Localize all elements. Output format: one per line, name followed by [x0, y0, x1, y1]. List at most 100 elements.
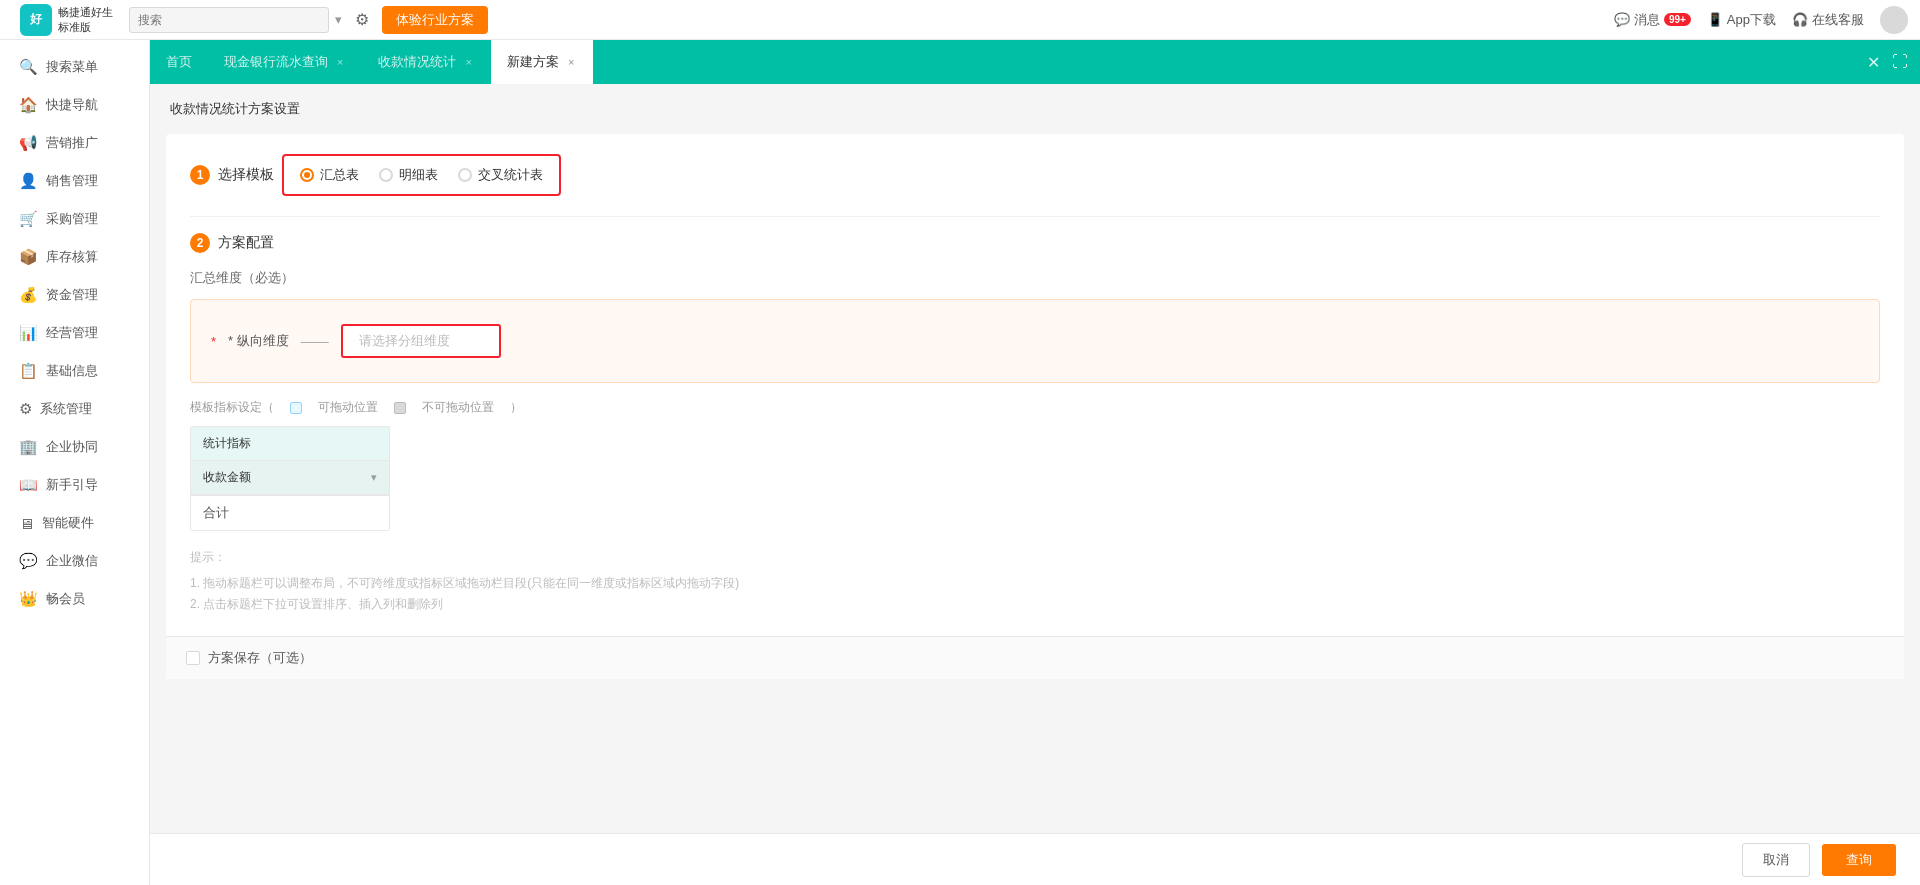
sidebar-item-home[interactable]: 🏠 快捷导航 [0, 86, 149, 124]
sidebar-item-operations[interactable]: 📊 经营管理 [0, 314, 149, 352]
sidebar-item-purchase[interactable]: 🛒 采购管理 [0, 200, 149, 238]
metrics-header-label: 统计指标 [203, 435, 251, 452]
radio-circle-summary [300, 168, 314, 182]
sidebar-item-label: 搜索菜单 [46, 58, 98, 76]
sidebar-item-guide[interactable]: 📖 新手引导 [0, 466, 149, 504]
sidebar-item-system[interactable]: ⚙ 系统管理 [0, 390, 149, 428]
dimension-title: 汇总维度（必选） [190, 269, 1880, 287]
template-selection-box: 汇总表 明细表 交叉统计表 [282, 154, 561, 196]
dimension-area: * * 纵向维度 —— 请选择分组维度 [190, 299, 1880, 383]
save-checkbox[interactable] [186, 651, 200, 665]
corp-icon: 🏢 [19, 438, 38, 456]
sidebar-item-member[interactable]: 👑 畅会员 [0, 580, 149, 618]
sidebar-item-label: 库存核算 [46, 248, 98, 266]
radio-inner [304, 172, 310, 178]
top-bar-right: 💬 消息 99+ 📱 App下载 🎧 在线客服 [1614, 6, 1908, 34]
download-button[interactable]: 📱 App下载 [1707, 11, 1776, 29]
service-button[interactable]: 🎧 在线客服 [1792, 11, 1864, 29]
tab-home[interactable]: 首页 [150, 40, 208, 84]
sidebar-item-search[interactable]: 🔍 搜索菜单 [0, 48, 149, 86]
sidebar-item-label: 销售管理 [46, 172, 98, 190]
radio-label-cross: 交叉统计表 [478, 166, 543, 184]
tab-collection-stats[interactable]: 收款情况统计 × [362, 40, 490, 84]
metrics-hint: 模板指标设定（ 可拖动位置 不可拖动位置 ） [190, 399, 1880, 416]
query-button[interactable]: 查询 [1822, 844, 1896, 876]
maximize-icon[interactable]: ⛶ [1888, 49, 1912, 75]
search-input[interactable] [129, 7, 329, 33]
sidebar-item-finance[interactable]: 💰 资金管理 [0, 276, 149, 314]
step1-title: 选择模板 [218, 166, 274, 184]
guide-icon: 📖 [19, 476, 38, 494]
hardware-icon: 🖥 [19, 515, 34, 532]
fixed-hint-label: 不可拖动位置 [422, 399, 494, 416]
save-option: 方案保存（可选） [166, 636, 1904, 679]
sidebar-item-corp[interactable]: 🏢 企业协同 [0, 428, 149, 466]
content-area: 首页 现金银行流水查询 × 收款情况统计 × 新建方案 × ✕ ⛶ 收款情况统计… [150, 40, 1920, 885]
tab-bar: 首页 现金银行流水查询 × 收款情况统计 × 新建方案 × ✕ ⛶ [150, 40, 1920, 84]
sidebar-item-label: 智能硬件 [42, 514, 94, 532]
divider [190, 216, 1880, 217]
page-content: 收款情况统计方案设置 1 选择模板 汇总表 [150, 84, 1920, 833]
save-label: 方案保存（可选） [208, 649, 312, 667]
finance-icon: 💰 [19, 286, 38, 304]
home-icon: 🏠 [19, 96, 38, 114]
sidebar-item-label: 基础信息 [46, 362, 98, 380]
member-icon: 👑 [19, 590, 38, 608]
step2-number: 2 [190, 233, 210, 253]
radio-circle-cross [458, 168, 472, 182]
radio-cross[interactable]: 交叉统计表 [458, 166, 543, 184]
basics-icon: 📋 [19, 362, 38, 380]
sidebar-item-hardware[interactable]: 🖥 智能硬件 [0, 504, 149, 542]
tab-label: 现金银行流水查询 [224, 53, 328, 71]
col-header-cell[interactable]: 收款金额 ▾ [191, 461, 389, 495]
sidebar-item-sales[interactable]: 👤 销售管理 [0, 162, 149, 200]
sidebar-item-label: 快捷导航 [46, 96, 98, 114]
tab-close-icon[interactable]: × [462, 55, 474, 69]
col-header-label: 收款金额 [203, 469, 251, 486]
movable-hint-label: 可拖动位置 [318, 399, 378, 416]
arrow-icon: —— [301, 333, 329, 349]
sales-icon: 👤 [19, 172, 38, 190]
sidebar-item-wechat[interactable]: 💬 企业微信 [0, 542, 149, 580]
step1-number: 1 [190, 165, 210, 185]
purchase-icon: 🛒 [19, 210, 38, 228]
gear-icon[interactable]: ⚙ [348, 6, 376, 34]
step2-title: 方案配置 [218, 234, 274, 252]
group-dim-select[interactable]: 请选择分组维度 [341, 324, 501, 358]
cancel-button[interactable]: 取消 [1742, 843, 1810, 877]
trial-button[interactable]: 体验行业方案 [382, 6, 488, 34]
close-window-icon[interactable]: ✕ [1863, 49, 1884, 76]
sidebar-item-label: 资金管理 [46, 286, 98, 304]
tab-close-icon[interactable]: × [565, 55, 577, 69]
tab-close-icon[interactable]: × [334, 55, 346, 69]
metrics-total-row: 合计 [191, 496, 389, 530]
metrics-table-header: 统计指标 [191, 427, 389, 461]
metrics-section: 模板指标设定（ 可拖动位置 不可拖动位置 ） 统计指标 [190, 399, 1880, 531]
notification-button[interactable]: 💬 消息 99+ [1614, 11, 1691, 29]
sidebar-item-basics[interactable]: 📋 基础信息 [0, 352, 149, 390]
tips-section: 提示： 1. 拖动标题栏可以调整布局，不可跨维度或指标区域拖动栏目段(只能在同一… [190, 547, 1880, 616]
sidebar-item-inventory[interactable]: 📦 库存核算 [0, 238, 149, 276]
wechat-icon: 💬 [19, 552, 38, 570]
sidebar-item-marketing[interactable]: 📢 营销推广 [0, 124, 149, 162]
movable-hint-dot [290, 402, 302, 414]
sidebar-item-label: 企业微信 [46, 552, 98, 570]
avatar[interactable] [1880, 6, 1908, 34]
system-icon: ⚙ [19, 400, 32, 418]
sidebar-item-label: 畅会员 [46, 590, 85, 608]
sidebar-item-label: 经营管理 [46, 324, 98, 342]
marketing-icon: 📢 [19, 134, 38, 152]
headset-icon: 🎧 [1792, 12, 1808, 27]
radio-summary[interactable]: 汇总表 [300, 166, 359, 184]
tab-new-plan[interactable]: 新建方案 × [491, 40, 593, 84]
tab-bar-right: ✕ ⛶ [1863, 49, 1920, 76]
logo-text: 畅捷通好生 标准版 [58, 5, 113, 34]
radio-detail[interactable]: 明细表 [379, 166, 438, 184]
sidebar-item-label: 系统管理 [40, 400, 92, 418]
sidebar-item-label: 营销推广 [46, 134, 98, 152]
dropdown-icon[interactable]: ▾ [335, 12, 342, 27]
tab-label: 首页 [166, 53, 192, 71]
total-label: 合计 [203, 505, 229, 520]
top-bar-search: ▾ ⚙ 体验行业方案 [129, 6, 1606, 34]
tab-cashflow[interactable]: 现金银行流水查询 × [208, 40, 362, 84]
